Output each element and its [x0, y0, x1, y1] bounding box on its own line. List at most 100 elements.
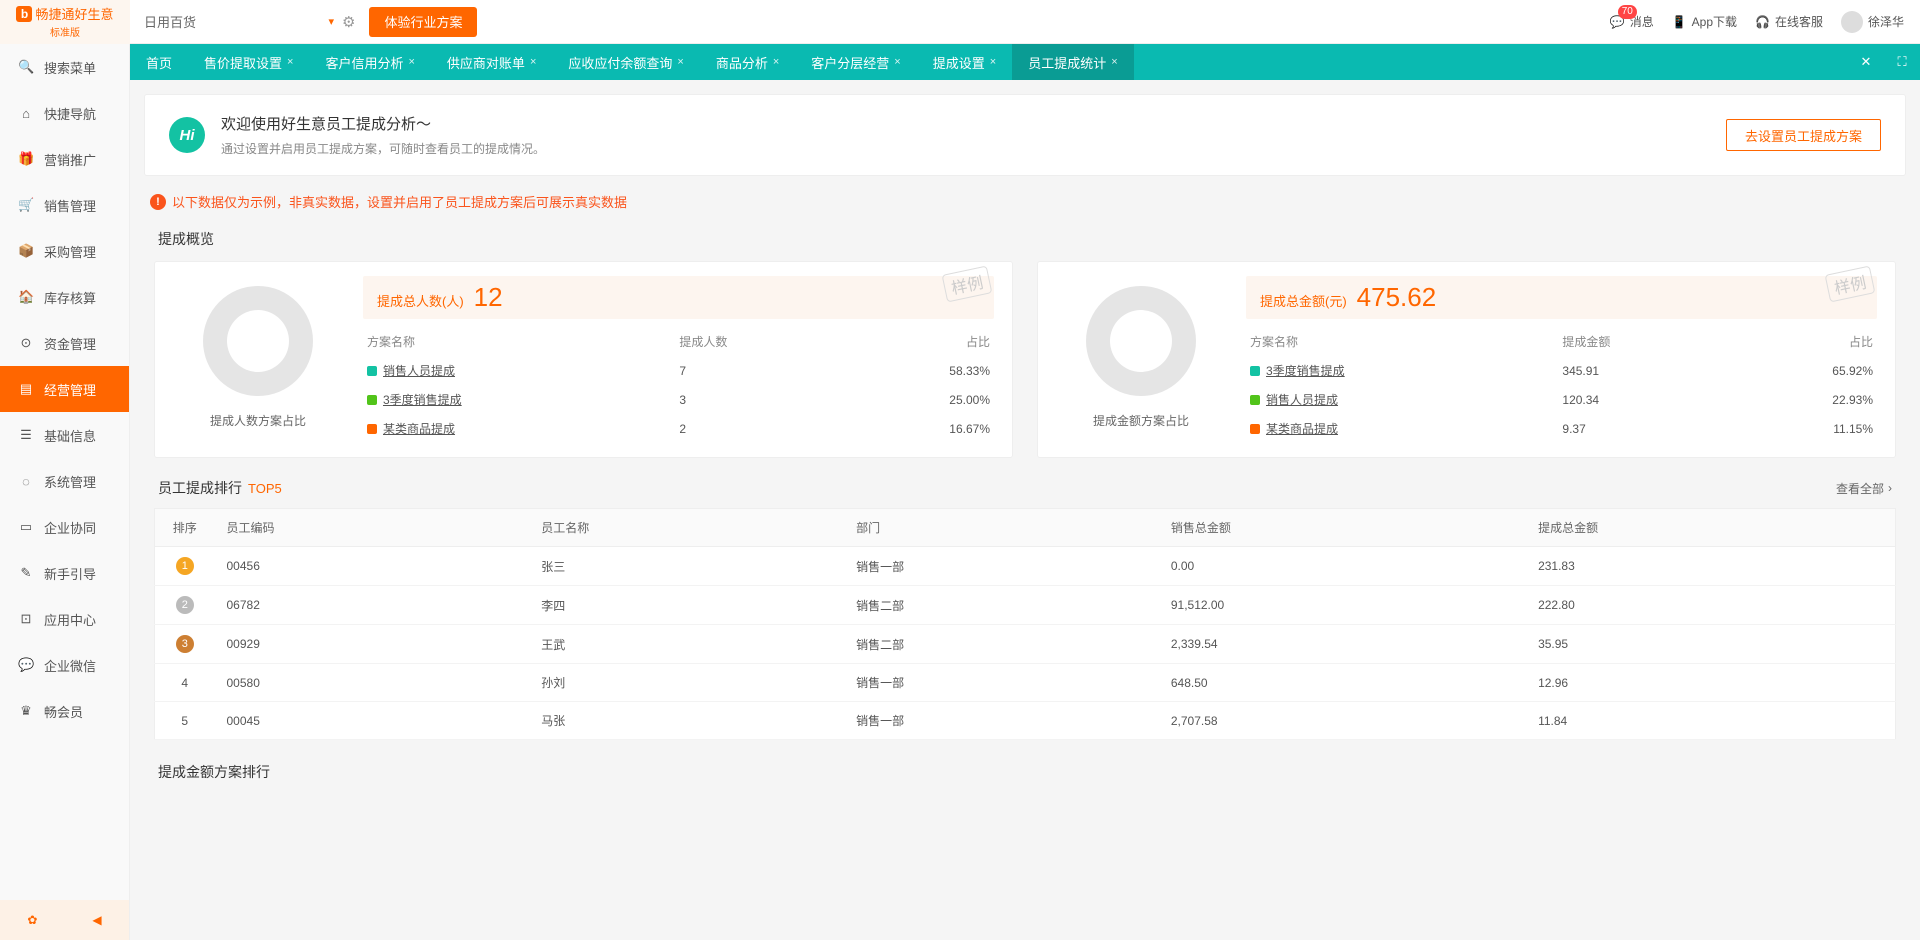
plan-link[interactable]: 3季度销售提成	[383, 393, 462, 407]
sidebar-item[interactable]: ▤ 经营管理	[0, 366, 129, 412]
sidebar-item[interactable]: ⌂ 快捷导航	[0, 90, 129, 136]
tabs-bar: 首页售价提取设置×客户信用分析×供应商对账单×应收应付余额查询×商品分析×客户分…	[130, 44, 1920, 80]
tab-label: 首页	[146, 53, 172, 72]
category-select[interactable]: 日用百货 ▾	[144, 12, 334, 31]
ranking-title: 员工提成排行	[158, 478, 242, 498]
commission-total: 12.96	[1526, 664, 1895, 702]
tab[interactable]: 首页	[130, 44, 188, 80]
close-icon[interactable]: ×	[1111, 56, 1117, 68]
sidebar-item-label: 营销推广	[44, 150, 96, 169]
color-swatch	[367, 366, 377, 376]
setup-commission-button[interactable]: 去设置员工提成方案	[1726, 119, 1881, 151]
sidebar-item-label: 畅会员	[44, 702, 83, 721]
emp-name: 王武	[529, 625, 844, 664]
percentage: 65.92%	[1729, 356, 1877, 385]
warning-icon: !	[150, 194, 166, 210]
table-row: 3季度销售提成 3 25.00%	[363, 385, 994, 414]
sales-total: 2,339.54	[1159, 625, 1526, 664]
emp-code: 00456	[215, 547, 530, 586]
sidebar-item[interactable]: ☰ 基础信息	[0, 412, 129, 458]
sidebar-item[interactable]: ▭ 企业协同	[0, 504, 129, 550]
sidebar-item[interactable]: 📦 采购管理	[0, 228, 129, 274]
settings-icon[interactable]: ✿	[27, 913, 37, 927]
logo[interactable]: b 畅捷通好生意 标准版	[0, 0, 130, 44]
donut-chart-people	[203, 286, 313, 396]
plan-link[interactable]: 3季度销售提成	[1266, 364, 1345, 378]
col-dept: 部门	[844, 509, 1159, 547]
sidebar-item[interactable]: 🏠 库存核算	[0, 274, 129, 320]
table-row: 4 00580 孙刘 销售一部 648.50 12.96	[155, 664, 1896, 702]
percentage: 58.33%	[846, 356, 994, 385]
customer-service-button[interactable]: 🎧 在线客服	[1755, 13, 1823, 30]
sidebar-item[interactable]: 💬 企业微信	[0, 642, 129, 688]
tab[interactable]: 提成设置×	[917, 44, 1012, 80]
close-icon[interactable]: ×	[894, 56, 900, 68]
username: 徐泽华	[1868, 13, 1904, 30]
close-icon[interactable]: ×	[287, 56, 293, 68]
customer-service-label: 在线客服	[1775, 13, 1823, 30]
tab[interactable]: 客户分层经营×	[795, 44, 916, 80]
user-menu[interactable]: 徐泽华	[1841, 11, 1904, 33]
tab[interactable]: 商品分析×	[700, 44, 795, 80]
sidebar-item[interactable]: 🔍 搜索菜单	[0, 44, 129, 90]
color-swatch	[1250, 395, 1260, 405]
rank: 2	[155, 586, 215, 625]
close-icon[interactable]: ×	[408, 56, 414, 68]
percentage: 22.93%	[1729, 385, 1877, 414]
overview-heading-people: 提成总人数(人) 12	[363, 276, 994, 319]
top-header: b 畅捷通好生意 标准版 日用百货 ▾ ⚙ 体验行业方案 💬 消息 70 📱 A…	[0, 0, 1920, 44]
sidebar-item[interactable]: ✎ 新手引导	[0, 550, 129, 596]
tab-label: 客户信用分析	[325, 53, 403, 72]
tab[interactable]: 供应商对账单×	[431, 44, 552, 80]
nav-icon: ♛	[18, 703, 34, 719]
color-swatch	[1250, 424, 1260, 434]
nav-icon: ✎	[18, 565, 34, 581]
sidebar-item[interactable]: ◌ 系统管理	[0, 458, 129, 504]
messages-button[interactable]: 💬 消息 70	[1610, 13, 1654, 30]
sidebar-item[interactable]: 🛒 销售管理	[0, 182, 129, 228]
close-icon[interactable]: ×	[530, 56, 536, 68]
commission-total: 11.84	[1526, 702, 1895, 740]
commission-total: 35.95	[1526, 625, 1895, 664]
plan-link[interactable]: 销售人员提成	[1266, 393, 1338, 407]
overview-table-amount: 方案名称 提成金额 占比 3季度销售提成 345.91 65.92% 销售人员提…	[1246, 327, 1877, 443]
content-area[interactable]: Hi 欢迎使用好生意员工提成分析～ 通过设置并启用员工提成方案，可随时查看员工的…	[130, 80, 1920, 940]
collapse-icon[interactable]: ◀	[92, 913, 101, 927]
fullscreen-toggle[interactable]: ⛶	[1884, 44, 1920, 80]
sample-warning: ! 以下数据仅为示例，非真实数据，设置并启用了员工提成方案后可展示真实数据	[144, 176, 1906, 225]
plan-link[interactable]: 某类商品提成	[1266, 422, 1338, 436]
headset-icon: 🎧	[1755, 15, 1770, 29]
sidebar-item[interactable]: 🎁 营销推广	[0, 136, 129, 182]
welcome-card: Hi 欢迎使用好生意员工提成分析～ 通过设置并启用员工提成方案，可随时查看员工的…	[144, 94, 1906, 176]
sidebar-item[interactable]: ⊙ 资金管理	[0, 320, 129, 366]
close-all-tabs[interactable]: ✕	[1848, 44, 1884, 80]
avatar	[1841, 11, 1863, 33]
close-icon[interactable]: ×	[677, 56, 683, 68]
close-icon[interactable]: ×	[773, 56, 779, 68]
edition-badge: 标准版	[50, 24, 80, 39]
sidebar-item[interactable]: ⊡ 应用中心	[0, 596, 129, 642]
nav-icon: 💬	[18, 657, 34, 673]
sidebar-item-label: 快捷导航	[44, 104, 96, 123]
close-icon[interactable]: ×	[990, 56, 996, 68]
medal-icon: 2	[176, 596, 194, 614]
tab[interactable]: 客户信用分析 ×	[309, 44, 430, 80]
table-row: 某类商品提成 9.37 11.15%	[1246, 414, 1877, 443]
tab[interactable]: 应收应付余额查询×	[552, 44, 699, 80]
category-label: 日用百货	[144, 12, 196, 31]
sidebar-item[interactable]: ♛ 畅会员	[0, 688, 129, 734]
sidebar-item-label: 系统管理	[44, 472, 96, 491]
overview-row: 样例 提成人数方案占比 提成总人数(人) 12	[144, 261, 1906, 458]
plan-link[interactable]: 某类商品提成	[383, 422, 455, 436]
sidebar-item-label: 采购管理	[44, 242, 96, 261]
tab[interactable]: 售价提取设置×	[188, 44, 309, 80]
percentage: 25.00%	[846, 385, 994, 414]
app-download-button[interactable]: 📱 App下载	[1672, 13, 1737, 30]
tab[interactable]: 员工提成统计×	[1012, 44, 1133, 80]
gear-icon[interactable]: ⚙	[342, 13, 355, 31]
plan-link[interactable]: 销售人员提成	[383, 364, 455, 378]
cta-button[interactable]: 体验行业方案	[369, 7, 477, 37]
col-amount: 提成金额	[1558, 327, 1728, 356]
header-right: 💬 消息 70 📱 App下载 🎧 在线客服 徐泽华	[1610, 11, 1904, 33]
view-all-button[interactable]: 查看全部 ›	[1836, 480, 1892, 497]
